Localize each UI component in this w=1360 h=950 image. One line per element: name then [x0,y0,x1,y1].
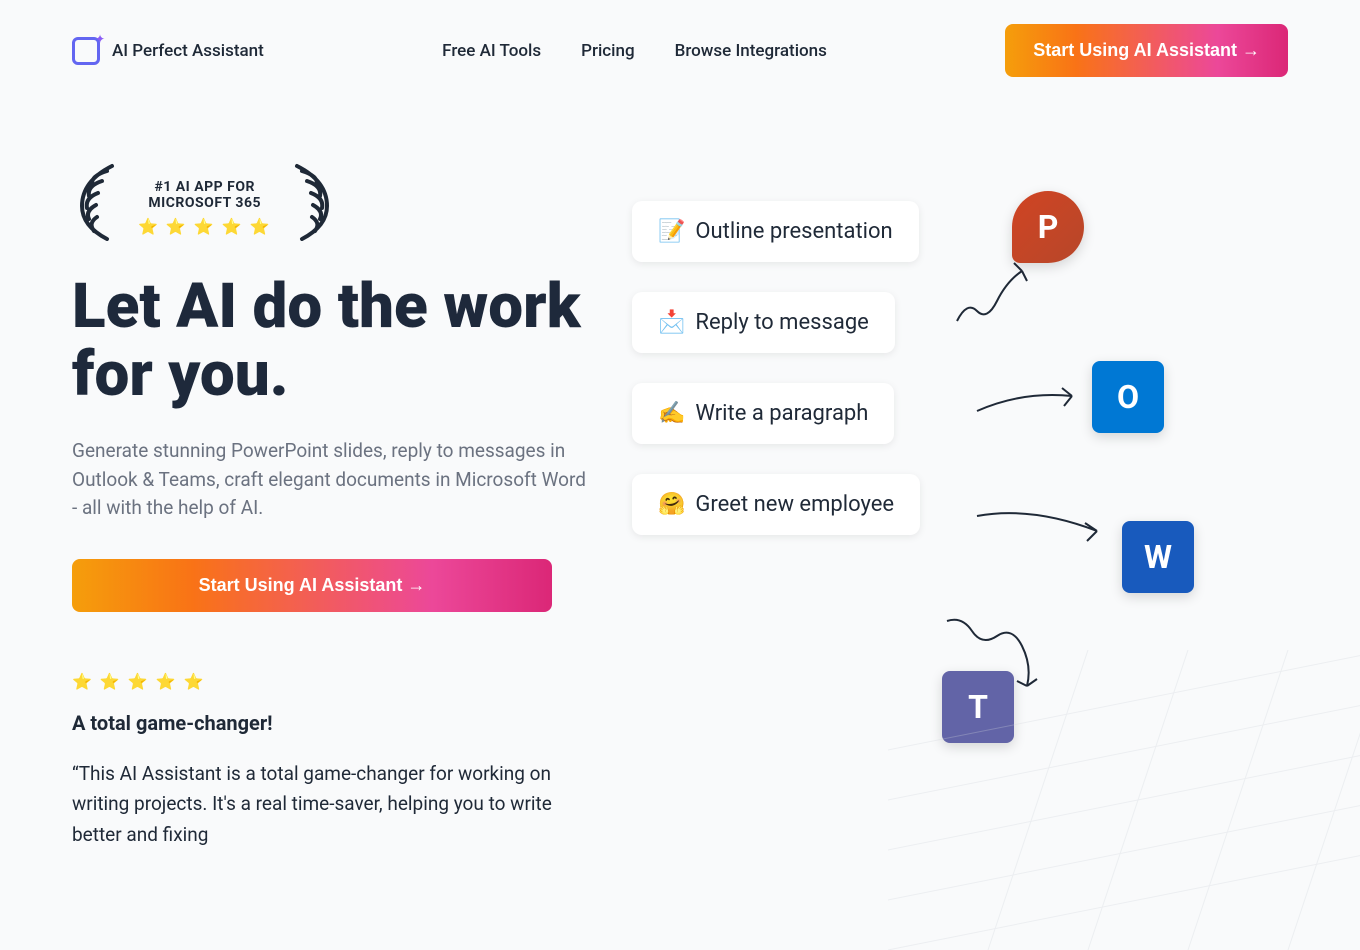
nav-free-tools[interactable]: Free AI Tools [442,41,541,61]
word-icon: W [1122,521,1194,593]
task-emoji: ✍️ [658,401,685,426]
laurel-right-icon [287,161,337,253]
header: ✦ AI Perfect Assistant Free AI Tools Pri… [0,0,1360,101]
task-text: Greet new employee [695,492,894,517]
task-emoji: 📩 [658,310,685,335]
logo-link[interactable]: ✦ AI Perfect Assistant [72,37,264,65]
hero-cta-button[interactable]: Start Using AI Assistant → [72,559,552,612]
nav-pricing[interactable]: Pricing [581,41,635,61]
hero-description: Generate stunning PowerPoint slides, rep… [72,437,592,523]
award-stars: ⭐ ⭐ ⭐ ⭐ ⭐ [138,217,271,236]
award-badge: #1 AI APP FOR MICROSOFT 365 ⭐ ⭐ ⭐ ⭐ ⭐ [72,161,592,253]
task-card-write: ✍️ Write a paragraph [632,383,894,444]
task-text: Write a paragraph [695,401,868,426]
award-line1: #1 AI APP FOR [138,179,271,195]
powerpoint-icon: P [1012,191,1084,263]
award-line2: MICROSOFT 365 [138,195,271,211]
arrow-icon [972,501,1102,551]
task-card-outline: 📝 Outline presentation [632,201,919,262]
award-text: #1 AI APP FOR MICROSOFT 365 ⭐ ⭐ ⭐ ⭐ ⭐ [138,179,271,236]
task-card-reply: 📩 Reply to message [632,292,895,353]
hero-text-column: #1 AI APP FOR MICROSOFT 365 ⭐ ⭐ ⭐ ⭐ ⭐ Le… [72,161,592,850]
brand-name: AI Perfect Assistant [112,41,264,61]
hero-cta-label: Start Using AI Assistant → [199,575,426,596]
testimonial-title: A total game-changer! [72,711,592,735]
arrow-icon [972,381,1082,421]
grid-background [888,650,1360,950]
header-cta-button[interactable]: Start Using AI Assistant → [1005,24,1288,77]
main-nav: Free AI Tools Pricing Browse Integration… [442,41,827,61]
hero-illustration: 📝 Outline presentation 📩 Reply to messag… [632,161,1288,850]
hero-title: Let AI do the work for you. [72,273,592,409]
main-content: #1 AI APP FOR MICROSOFT 365 ⭐ ⭐ ⭐ ⭐ ⭐ Le… [0,101,1360,850]
task-emoji: 📝 [658,219,685,244]
task-text: Outline presentation [695,219,892,244]
task-emoji: 🤗 [658,492,685,517]
sparkle-icon: ✦ [95,32,105,46]
testimonial-stars: ⭐ ⭐ ⭐ ⭐ ⭐ [72,672,592,691]
task-text: Reply to message [695,310,868,335]
logo-icon: ✦ [72,37,100,65]
task-card-greet: 🤗 Greet new employee [632,474,920,535]
outlook-icon: O [1092,361,1164,433]
header-cta-label: Start Using AI Assistant → [1033,40,1260,61]
task-cards: 📝 Outline presentation 📩 Reply to messag… [632,201,1288,535]
nav-integrations[interactable]: Browse Integrations [675,41,827,61]
laurel-left-icon [72,161,122,253]
testimonial-body: “This AI Assistant is a total game-chang… [72,759,592,850]
arrow-squiggle-icon [952,251,1052,331]
